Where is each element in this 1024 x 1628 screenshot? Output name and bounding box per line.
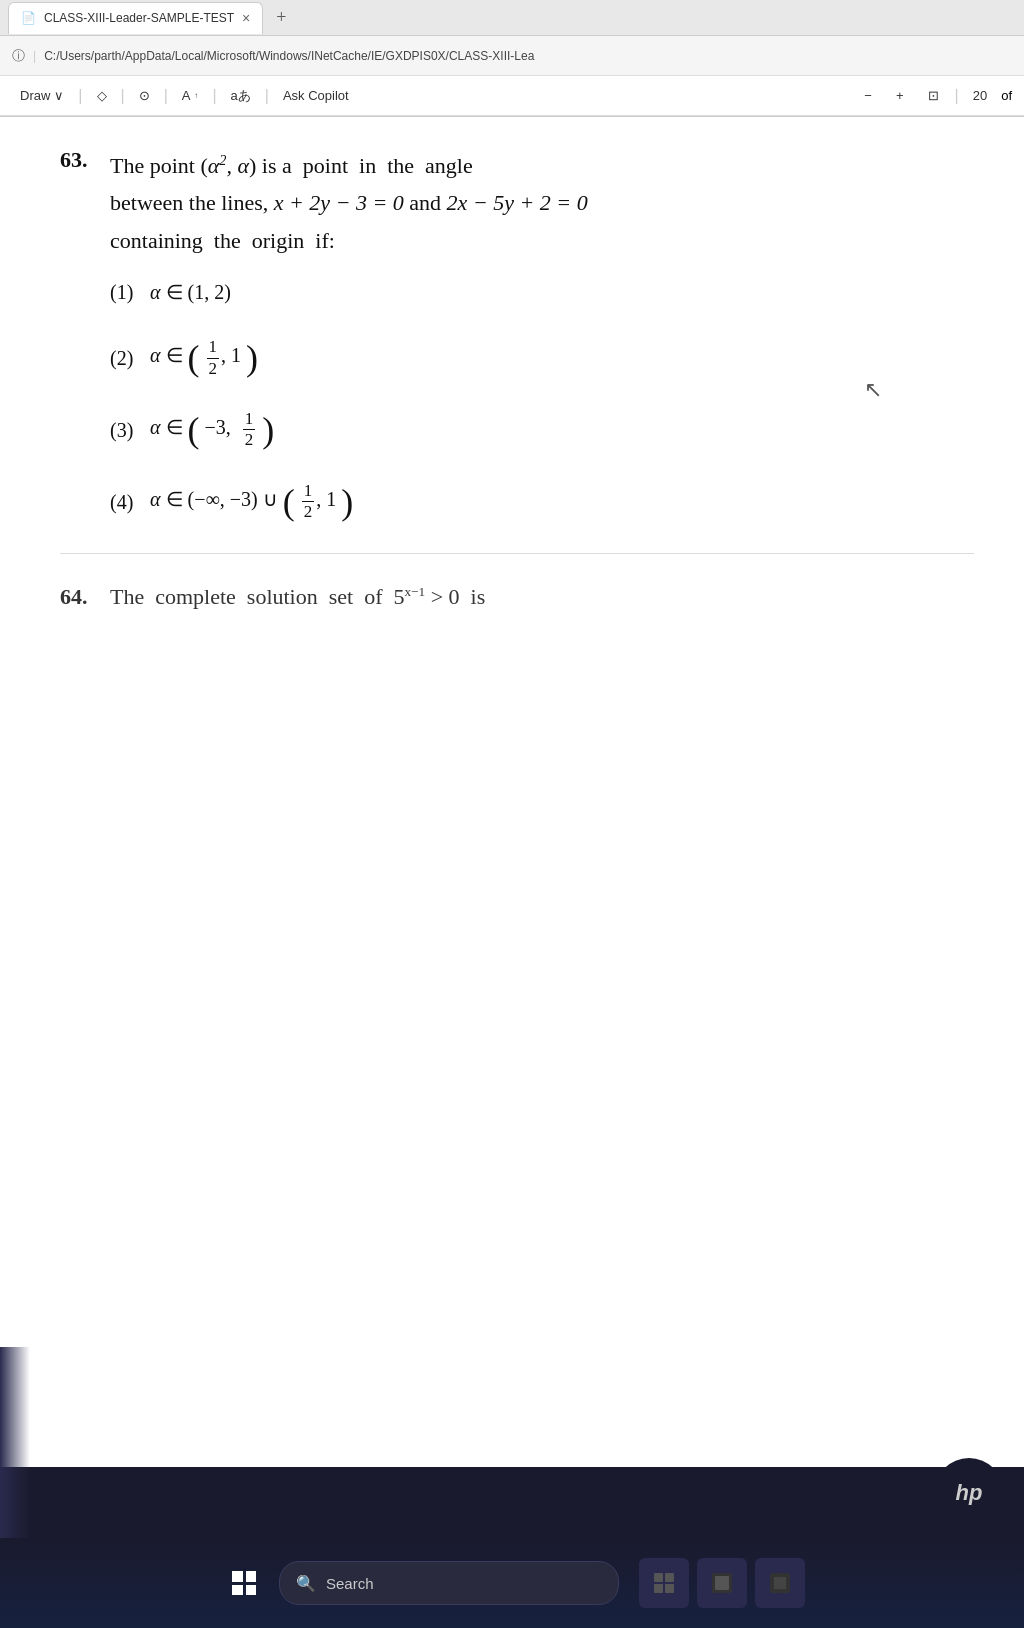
reader-toolbar: Draw ∨ | ◇ | ⊙ | A↑ | aあ | Ask Copilot −… bbox=[0, 76, 1024, 116]
paren-open-3: ( bbox=[188, 410, 200, 450]
paren-close-3: ) bbox=[262, 410, 274, 450]
toolbar-sep-6: | bbox=[955, 87, 959, 105]
option-2-content: α ∈ ( 1 2 , 1 ) bbox=[150, 337, 258, 379]
svg-rect-7 bbox=[774, 1577, 786, 1589]
taskbar-search-icon: 🔍 bbox=[296, 1574, 316, 1593]
taskbar-app-3[interactable] bbox=[755, 1558, 805, 1608]
page-button[interactable]: ⊙ bbox=[131, 84, 158, 107]
hp-logo-container: hp bbox=[934, 1458, 1004, 1528]
option-3: (3) α ∈ ( −3, 1 2 ) bbox=[110, 409, 974, 451]
zoom-level: 20 bbox=[967, 86, 993, 105]
option-2: (2) α ∈ ( 1 2 , 1 ) bbox=[110, 337, 974, 379]
browser-chrome: 📄 CLASS-XIII-Leader-SAMPLE-TEST × + ⓘ | … bbox=[0, 0, 1024, 117]
svg-rect-5 bbox=[715, 1576, 729, 1590]
paren-close-4: ) bbox=[341, 482, 353, 522]
taskbar-search-bar[interactable]: 🔍 Search bbox=[279, 1561, 619, 1605]
taskbar-app-2[interactable] bbox=[697, 1558, 747, 1608]
toolbar-sep-5: | bbox=[265, 87, 269, 105]
option-4-number: (4) bbox=[110, 487, 150, 517]
zoom-of-label: of bbox=[1001, 88, 1012, 103]
hp-logo: hp bbox=[956, 1480, 983, 1506]
option-3-number: (3) bbox=[110, 415, 150, 445]
question-64-number: 64. bbox=[60, 584, 110, 610]
svg-rect-3 bbox=[665, 1584, 674, 1593]
section-divider bbox=[60, 553, 974, 554]
security-icon: ⓘ bbox=[12, 47, 25, 65]
option-4-content: α ∈ (−∞, −3) ∪ ( 1 2 , 1 ) bbox=[150, 481, 353, 523]
toolbar-sep-4: | bbox=[212, 87, 216, 105]
svg-rect-1 bbox=[665, 1573, 674, 1582]
svg-rect-2 bbox=[654, 1584, 663, 1593]
toolbar-sep-3: | bbox=[164, 87, 168, 105]
app-icon-2 bbox=[710, 1571, 734, 1595]
option-2-number: (2) bbox=[110, 343, 150, 373]
paren-close-2: ) bbox=[246, 338, 258, 378]
option-1-number: (1) bbox=[110, 277, 150, 307]
text-size-button[interactable]: A↑ bbox=[174, 84, 207, 107]
svg-rect-0 bbox=[654, 1573, 663, 1582]
address-separator: | bbox=[33, 49, 36, 63]
line-eq-2: 2x − 5y + 2 = 0 bbox=[447, 190, 588, 215]
taskbar-inner: 🔍 Search bbox=[219, 1558, 805, 1608]
zoom-in-button[interactable]: + bbox=[888, 84, 912, 107]
zoom-controls: − + ⊡ | 20 of bbox=[856, 84, 1012, 107]
taskbar-apps bbox=[639, 1558, 805, 1608]
address-bar: ⓘ | C:/Users/parth/AppData/Local/Microso… bbox=[0, 36, 1024, 76]
taskbar-app-1[interactable] bbox=[639, 1558, 689, 1608]
fraction-half-2: 1 2 bbox=[207, 337, 220, 379]
draw-chevron: ∨ bbox=[54, 88, 64, 103]
side-gradient bbox=[0, 1347, 30, 1547]
win-sq-4 bbox=[246, 1585, 257, 1596]
pdf-content: 63. The point (α2, α) is a point in the … bbox=[0, 117, 1024, 1467]
tab-title: CLASS-XIII-Leader-SAMPLE-TEST bbox=[44, 11, 234, 25]
zoom-out-button[interactable]: − bbox=[856, 84, 880, 107]
win-sq-1 bbox=[232, 1571, 243, 1582]
question-63-header: 63. The point (α2, α) is a point in the … bbox=[60, 147, 974, 259]
taskbar-search-placeholder: Search bbox=[326, 1575, 374, 1592]
fit-page-button[interactable]: ⊡ bbox=[920, 84, 947, 107]
tab-close-button[interactable]: × bbox=[242, 10, 250, 26]
alpha-squared: α2, α bbox=[208, 153, 249, 178]
read-aloud-button[interactable]: aあ bbox=[223, 83, 259, 109]
new-tab-button[interactable]: + bbox=[267, 4, 295, 32]
tab-bar: 📄 CLASS-XIII-Leader-SAMPLE-TEST × + bbox=[0, 0, 1024, 36]
dark-footer-area bbox=[0, 1467, 1024, 1547]
question-64-preview: 64. The complete solution set of 5x−1 > … bbox=[60, 574, 974, 610]
question-63-number: 63. bbox=[60, 147, 110, 173]
question-64-text: The complete solution set of 5x−1 > 0 is bbox=[110, 584, 485, 610]
option-4: (4) α ∈ (−∞, −3) ∪ ( 1 2 , 1 ) bbox=[110, 481, 974, 523]
line-eq-1: x + 2y − 3 = 0 bbox=[274, 190, 404, 215]
fraction-half-4: 1 2 bbox=[302, 481, 315, 523]
windows-start-button[interactable] bbox=[219, 1558, 269, 1608]
toolbar-sep-1: | bbox=[78, 87, 82, 105]
win-sq-2 bbox=[246, 1571, 257, 1582]
tab-favicon: 📄 bbox=[21, 11, 36, 25]
draw-label: Draw bbox=[20, 88, 50, 103]
lasso-button[interactable]: ◇ bbox=[89, 84, 115, 107]
paren-open-2: ( bbox=[188, 338, 200, 378]
option-3-content: α ∈ ( −3, 1 2 ) bbox=[150, 409, 274, 451]
active-tab[interactable]: 📄 CLASS-XIII-Leader-SAMPLE-TEST × bbox=[8, 2, 263, 34]
ask-copilot-button[interactable]: Ask Copilot bbox=[275, 84, 357, 107]
question-63-body: The point (α2, α) is a point in the angl… bbox=[110, 147, 974, 259]
taskbar: 🔍 Search bbox=[0, 1538, 1024, 1628]
paren-open-4: ( bbox=[283, 482, 295, 522]
app-icon-3 bbox=[768, 1571, 792, 1595]
fraction-half-3: 1 2 bbox=[243, 409, 256, 451]
toolbar-sep-2: | bbox=[121, 87, 125, 105]
win-sq-3 bbox=[232, 1585, 243, 1596]
draw-button[interactable]: Draw ∨ bbox=[12, 84, 72, 107]
windows-icon bbox=[232, 1571, 256, 1595]
option-1-content: α ∈ (1, 2) bbox=[150, 277, 231, 307]
url-display[interactable]: C:/Users/parth/AppData/Local/Microsoft/W… bbox=[44, 49, 1012, 63]
option-1: (1) α ∈ (1, 2) bbox=[110, 277, 974, 307]
app-icon-1 bbox=[652, 1571, 676, 1595]
